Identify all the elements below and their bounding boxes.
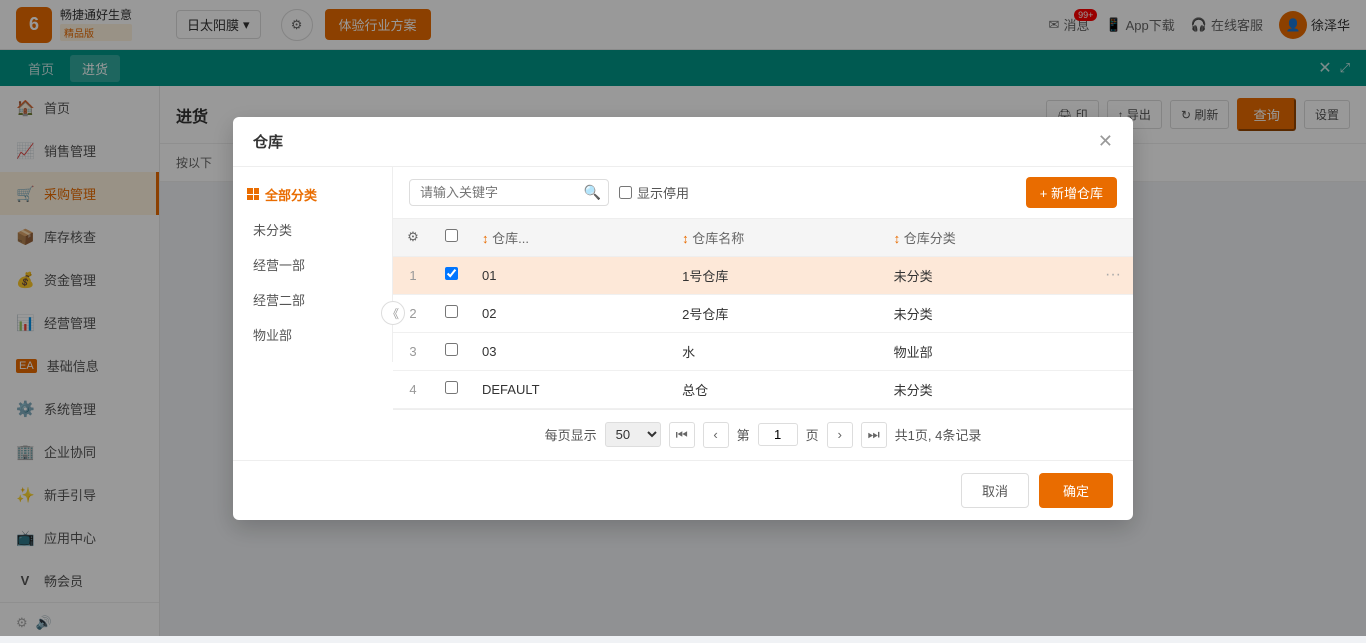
- search-icon[interactable]: 🔍: [584, 184, 601, 201]
- row-checkbox[interactable]: [445, 381, 458, 394]
- row-actions: [1093, 294, 1133, 332]
- row-checkbox[interactable]: [445, 343, 458, 356]
- col-category-label: 仓库分类: [904, 231, 956, 246]
- page-first-button[interactable]: ⏮: [669, 422, 695, 448]
- table-panel: 🔍 显示停用 + 新增仓库 ⚙: [393, 167, 1133, 460]
- row-checkbox[interactable]: [445, 267, 458, 280]
- page-label-pre: 第: [737, 425, 750, 444]
- dialog-header: 仓库 ✕: [233, 117, 1133, 167]
- table-row[interactable]: 1 01 1号仓库 未分类 ···: [393, 256, 1133, 294]
- category-item-2[interactable]: 经营二部: [233, 282, 392, 317]
- show-disabled-label[interactable]: 显示停用: [619, 183, 689, 202]
- row-code: 03: [470, 332, 670, 370]
- category-panel: 全部分类 未分类 经营一部 经营二部 物业部: [233, 167, 393, 362]
- total-label: 共1页, 4条记录: [895, 425, 982, 444]
- col-code-header: ↕ 仓库...: [470, 219, 670, 257]
- page-input[interactable]: [758, 423, 798, 446]
- row-category: 物业部: [882, 332, 1093, 370]
- search-input[interactable]: [409, 179, 609, 206]
- all-category-label: 全部分类: [265, 185, 317, 204]
- row-check[interactable]: [433, 256, 470, 294]
- row-actions: ···: [1093, 256, 1133, 294]
- show-disabled-checkbox[interactable]: [619, 186, 632, 199]
- row-category: 未分类: [882, 370, 1093, 408]
- category-collapse-button[interactable]: 《: [381, 301, 405, 325]
- row-check[interactable]: [433, 294, 470, 332]
- col-name-label: 仓库名称: [692, 231, 744, 246]
- page-next-button[interactable]: ›: [827, 422, 853, 448]
- table-header-row: ⚙ ↕ 仓库... ↕ 仓库名称: [393, 219, 1133, 257]
- dialog-overlay: 仓库 ✕ 全部分类 未分类 经: [0, 0, 1366, 636]
- col-code-label: 仓库...: [492, 231, 529, 246]
- row-more-button[interactable]: ···: [1105, 266, 1121, 283]
- dialog-footer: 取消 确定: [233, 460, 1133, 520]
- row-checkbox[interactable]: [445, 305, 458, 318]
- new-warehouse-button[interactable]: + 新增仓库: [1026, 177, 1117, 208]
- warehouse-table-body: 1 01 1号仓库 未分类 ··· 2 02 2号仓库 未分类 3 03 水 物…: [393, 256, 1133, 408]
- all-category-item[interactable]: 全部分类: [233, 177, 392, 212]
- warehouse-table: ⚙ ↕ 仓库... ↕ 仓库名称: [393, 219, 1133, 409]
- row-code: 02: [470, 294, 670, 332]
- col-check-header: [433, 219, 470, 257]
- confirm-button[interactable]: 确定: [1039, 473, 1113, 508]
- page-label: 页: [806, 425, 819, 444]
- pagination: 每页显示 50 100 ⏮ ‹ 第 页 › ⏭ 共1页, 4条记录: [393, 409, 1133, 460]
- category-item-3[interactable]: 物业部: [233, 317, 392, 352]
- per-page-select[interactable]: 50 100: [605, 422, 661, 447]
- row-index: 3: [393, 332, 433, 370]
- cancel-button[interactable]: 取消: [961, 473, 1029, 508]
- page-prev-button[interactable]: ‹: [703, 422, 729, 448]
- row-index: 4: [393, 370, 433, 408]
- page-last-button[interactable]: ⏭: [861, 422, 887, 448]
- search-input-wrap: 🔍: [409, 179, 609, 206]
- row-index: 1: [393, 256, 433, 294]
- dialog-body: 全部分类 未分类 经营一部 经营二部 物业部 《 🔍: [233, 167, 1133, 460]
- table-row[interactable]: 3 03 水 物业部: [393, 332, 1133, 370]
- dialog-close-button[interactable]: ✕: [1098, 131, 1113, 152]
- row-check[interactable]: [433, 370, 470, 408]
- grid-icon: [247, 188, 259, 200]
- per-page-label: 每页显示: [545, 425, 597, 444]
- select-all-checkbox[interactable]: [445, 229, 458, 242]
- row-name: 水: [670, 332, 881, 370]
- row-name: 总仓: [670, 370, 881, 408]
- row-category: 未分类: [882, 256, 1093, 294]
- sort-icon: ↕: [482, 231, 489, 246]
- category-item-0[interactable]: 未分类: [233, 212, 392, 247]
- dialog-title: 仓库: [253, 131, 283, 152]
- row-name: 2号仓库: [670, 294, 881, 332]
- col-settings-header[interactable]: ⚙: [393, 219, 433, 257]
- row-category: 未分类: [882, 294, 1093, 332]
- sort-cat-icon: ↕: [894, 231, 901, 246]
- warehouse-table-wrap: ⚙ ↕ 仓库... ↕ 仓库名称: [393, 219, 1133, 409]
- category-panel-wrap: 全部分类 未分类 经营一部 经营二部 物业部 《: [233, 167, 393, 460]
- category-item-1[interactable]: 经营一部: [233, 247, 392, 282]
- show-disabled-text: 显示停用: [637, 183, 689, 202]
- col-category-header: ↕ 仓库分类: [882, 219, 1093, 257]
- row-check[interactable]: [433, 332, 470, 370]
- row-name: 1号仓库: [670, 256, 881, 294]
- table-row[interactable]: 4 DEFAULT 总仓 未分类: [393, 370, 1133, 408]
- table-row[interactable]: 2 02 2号仓库 未分类: [393, 294, 1133, 332]
- row-code: DEFAULT: [470, 370, 670, 408]
- row-actions: [1093, 332, 1133, 370]
- col-name-header: ↕ 仓库名称: [670, 219, 881, 257]
- col-action-header: [1093, 219, 1133, 257]
- row-code: 01: [470, 256, 670, 294]
- row-actions: [1093, 370, 1133, 408]
- sort-name-icon: ↕: [682, 231, 689, 246]
- warehouse-dialog: 仓库 ✕ 全部分类 未分类 经: [233, 117, 1133, 520]
- table-toolbar: 🔍 显示停用 + 新增仓库: [393, 167, 1133, 219]
